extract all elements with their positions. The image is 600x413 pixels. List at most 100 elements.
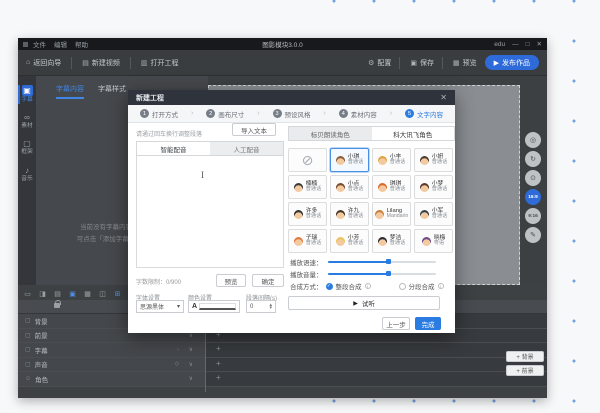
voice-card[interactable]: 晓梅粤语 xyxy=(414,229,453,253)
voice-card[interactable]: LilangMandarin xyxy=(372,202,411,226)
listen-button[interactable]: ▶ 试听 xyxy=(288,296,440,310)
add-clip-icon[interactable]: + xyxy=(216,344,221,353)
new-video-button[interactable]: ▤ 新建视频 xyxy=(82,58,120,68)
close-button[interactable]: ✕ xyxy=(537,40,542,48)
confirm-button[interactable]: 确定 xyxy=(252,274,284,287)
font-color-picker[interactable]: A xyxy=(188,300,240,313)
voice-card[interactable]: 许九普通话 xyxy=(330,202,369,226)
camera-icon[interactable]: ◎ xyxy=(525,132,541,148)
volume-slider-handle[interactable] xyxy=(386,271,391,276)
timeline-tool-icon[interactable]: ▭ xyxy=(23,290,32,298)
speed-slider-row: 播放语速： xyxy=(290,257,436,267)
track-row-subtitle[interactable]: ▢字幕◦∨ + xyxy=(18,343,547,358)
publish-button[interactable]: ▶ 发布作品 xyxy=(485,55,539,70)
voice-card[interactable]: 小梦普通话 xyxy=(414,175,453,199)
speed-slider[interactable] xyxy=(328,261,436,263)
info-icon[interactable]: i xyxy=(438,283,444,289)
tab-biaobei-voices[interactable]: 标贝朗读角色 xyxy=(289,127,372,140)
lock-icon[interactable] xyxy=(54,303,60,308)
ratio-9-16-button[interactable]: 9:16 xyxy=(525,208,541,224)
add-foreground-button[interactable]: + 前景 xyxy=(506,365,544,376)
timeline-tool-icon[interactable]: ⊞ xyxy=(113,290,122,298)
voice-card[interactable]: 小点普通话 xyxy=(330,175,369,199)
add-clip-icon[interactable]: + xyxy=(216,359,221,368)
track-row-character[interactable]: ☺角色∨ + xyxy=(18,372,547,387)
step-open-mode[interactable]: 1打开方式 xyxy=(140,109,178,119)
speed-slider-handle[interactable] xyxy=(386,259,391,264)
save-button[interactable]: ▣ 保存 xyxy=(410,58,434,68)
voice-avatar xyxy=(420,156,429,165)
voice-card[interactable]: 小琪普通话 xyxy=(330,148,369,172)
stepper-down-icon[interactable]: ▾ xyxy=(269,307,272,310)
voice-card[interactable]: 楠楠普通话 xyxy=(288,175,327,199)
rotate-icon[interactable]: ↻ xyxy=(525,151,541,167)
script-text-input[interactable]: I xyxy=(136,156,284,268)
voice-avatar xyxy=(378,183,387,192)
tab-subtitle-content[interactable]: 字幕内容 xyxy=(56,84,84,99)
add-background-button[interactable]: + 背景 xyxy=(506,351,544,362)
tab-manual-dubbing[interactable]: 人工配音 xyxy=(210,142,283,155)
chevron-down-icon[interactable]: ∨ xyxy=(189,346,193,353)
toolbar-divider xyxy=(71,57,72,69)
lock-icon[interactable]: ⊙ xyxy=(525,170,541,186)
menu-help[interactable]: 帮助 xyxy=(75,39,88,49)
voice-avatar xyxy=(375,210,384,219)
back-home-button[interactable]: ⌂ 返回向导 xyxy=(26,58,61,68)
step-material-content[interactable]: 4素材内容 xyxy=(339,109,377,119)
step-text-content[interactable]: 5文字内容 xyxy=(405,109,443,119)
voice-avatar xyxy=(294,183,303,192)
tab-iflytek-voices[interactable]: 科大讯飞角色 xyxy=(372,127,455,140)
edit-icon[interactable]: ✎ xyxy=(525,227,541,243)
account-label[interactable]: edu xyxy=(494,41,505,48)
previous-step-button[interactable]: 上一步 xyxy=(382,317,410,330)
track-row-audio[interactable]: ▢声音◇∨ + xyxy=(18,358,547,373)
voice-card[interactable]: 小芳普通话 xyxy=(330,229,369,253)
radio-whole-segment[interactable]: ✓ xyxy=(326,283,333,290)
import-text-button[interactable]: 导入文本 xyxy=(232,123,276,136)
voice-card[interactable]: 许多普通话 xyxy=(288,202,327,226)
info-icon[interactable]: i xyxy=(365,283,371,289)
menu-file[interactable]: 文件 xyxy=(33,39,46,49)
ratio-16-9-button[interactable]: 16:9 xyxy=(525,189,541,205)
step-preset-style[interactable]: 3预设风格 xyxy=(273,109,311,119)
font-select[interactable]: 思源黑体 ▾ xyxy=(136,300,184,313)
close-icon[interactable]: ✕ xyxy=(440,93,447,102)
voice-card[interactable]: 琪琪普通话 xyxy=(372,175,411,199)
chevron-down-icon[interactable]: ∨ xyxy=(189,361,193,368)
sidebar-item-frame[interactable]: ▢ 框架 xyxy=(18,139,36,156)
voice-card[interactable]: 小军普通话 xyxy=(414,202,453,226)
layer-icon: ▢ xyxy=(25,361,31,368)
tab-subtitle-style[interactable]: 字幕样式 xyxy=(98,84,126,99)
timeline-tool-icon[interactable]: ◨ xyxy=(38,290,47,298)
voice-card[interactable]: 梦洁普通话 xyxy=(372,229,411,253)
tab-smart-dubbing[interactable]: 智能配音 xyxy=(137,142,210,155)
preview-button[interactable]: ▦ 预览 xyxy=(453,58,477,68)
voice-card[interactable]: 子瑞普通话 xyxy=(288,229,327,253)
volume-slider-row: 播放音量： xyxy=(290,269,436,279)
timeline-tool-icon[interactable]: ◫ xyxy=(98,290,107,298)
voice-card-none[interactable]: ⊘ xyxy=(288,148,327,172)
sidebar-item-subtitle[interactable]: ▣ 字幕 xyxy=(18,85,36,104)
sidebar-item-assets[interactable]: ∞ 素材 xyxy=(18,113,36,130)
timeline-tool-icon[interactable]: ▦ xyxy=(83,290,92,298)
toolbar-divider xyxy=(399,57,400,69)
voice-card[interactable]: 小丰普通话 xyxy=(372,148,411,172)
config-button[interactable]: ⚙ 配置 xyxy=(368,58,391,68)
step-canvas-size[interactable]: 2画布尺寸 xyxy=(206,109,244,119)
voice-card[interactable]: 小妍普通话 xyxy=(414,148,453,172)
sidebar-item-music[interactable]: ♪ 音乐 xyxy=(18,166,36,183)
paragraph-gap-stepper[interactable]: 0 ▴▾ xyxy=(246,300,276,313)
finish-button[interactable]: 完成 xyxy=(415,317,441,330)
timeline-tool-icon-active[interactable]: ▣ xyxy=(68,290,77,298)
minimize-button[interactable]: — xyxy=(512,41,519,48)
maximize-button[interactable]: □ xyxy=(526,41,530,48)
radio-split-segment[interactable] xyxy=(399,283,406,290)
chevron-right-icon: › xyxy=(257,110,259,117)
open-project-button[interactable]: ▥ 打开工程 xyxy=(141,58,179,68)
volume-slider[interactable] xyxy=(328,273,436,275)
chevron-down-icon[interactable]: ∨ xyxy=(189,375,193,382)
preview-button[interactable]: 预览 xyxy=(216,274,246,287)
menu-edit[interactable]: 编辑 xyxy=(54,39,67,49)
timeline-tool-icon[interactable]: ▤ xyxy=(53,290,62,298)
add-clip-icon[interactable]: + xyxy=(216,373,221,382)
